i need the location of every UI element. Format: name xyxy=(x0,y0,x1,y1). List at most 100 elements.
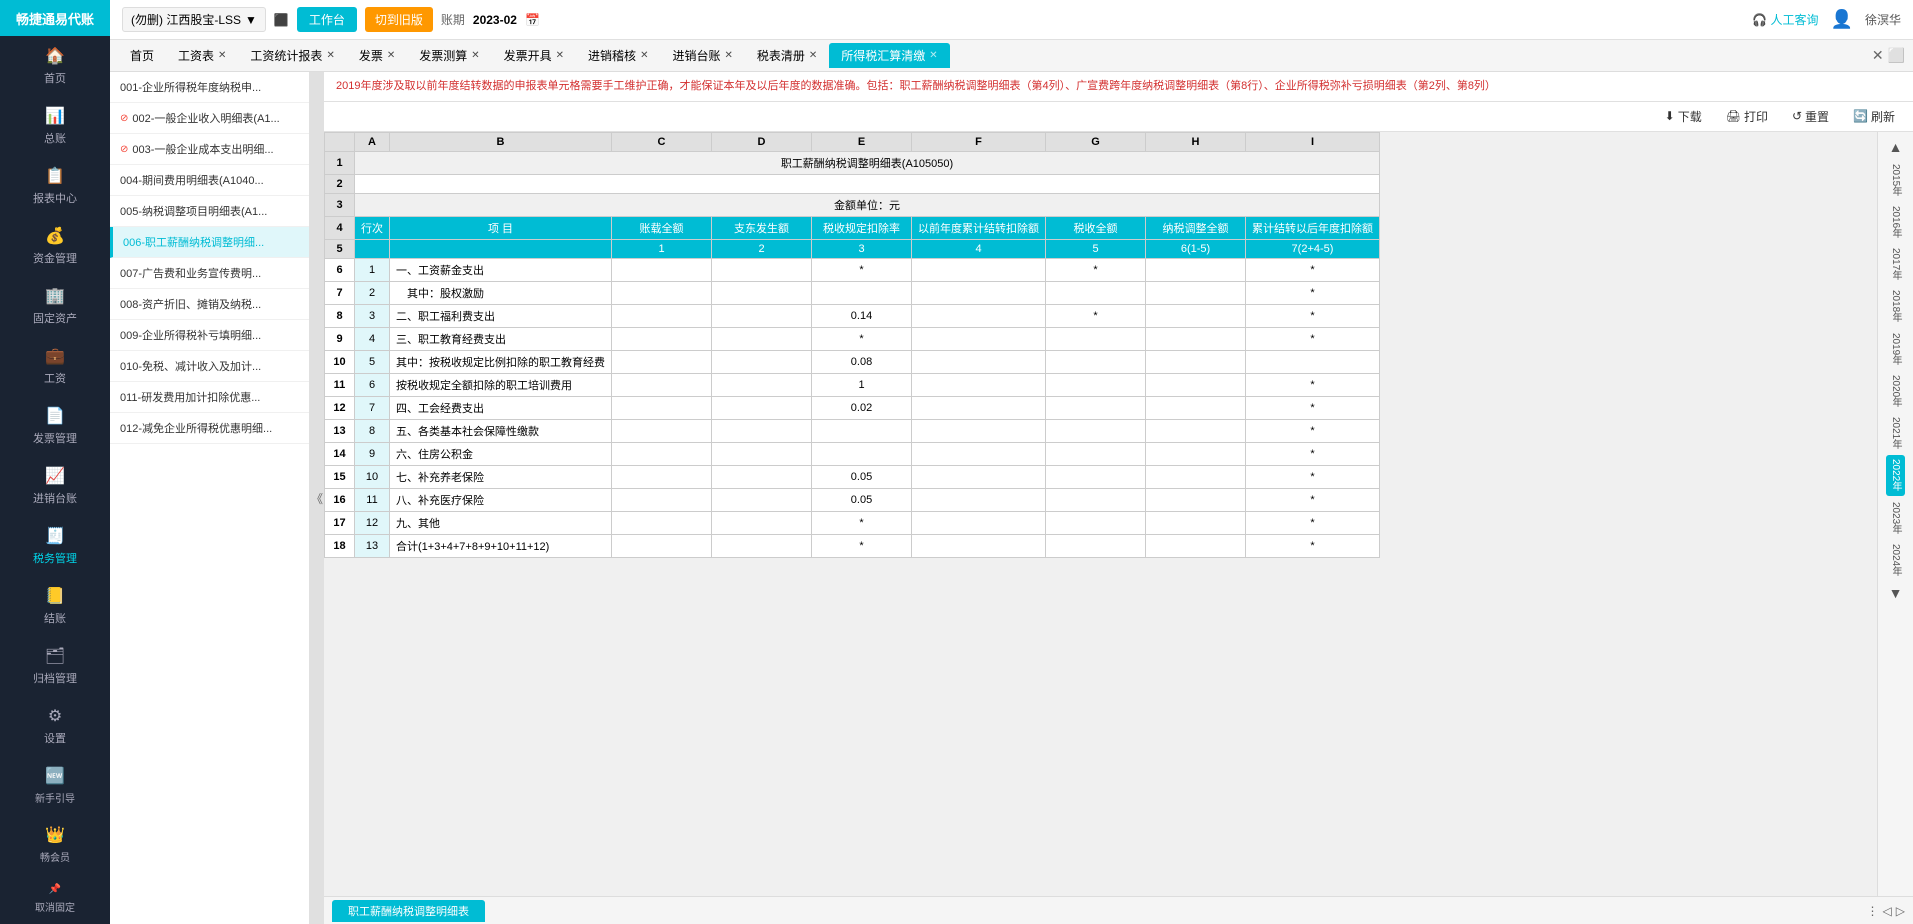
tab-invoice[interactable]: 发票 ✕ xyxy=(347,43,407,68)
label-cell[interactable]: 六、住房公积金 xyxy=(390,442,612,465)
tab-purchase-ledger[interactable]: 进销台账 ✕ xyxy=(660,43,744,68)
download-button[interactable]: ⬇ 下载 xyxy=(1659,106,1708,127)
workspace-button[interactable]: 工作台 xyxy=(297,7,357,32)
close-icon[interactable]: ✕ xyxy=(387,50,395,61)
left-item-009[interactable]: 009-企业所得税补亏填明细... xyxy=(110,320,309,351)
sidebar-item-assets[interactable]: 🏢 固定资产 xyxy=(0,276,110,336)
year-2018[interactable]: 2018年 xyxy=(1886,286,1905,326)
year-2020[interactable]: 2020年 xyxy=(1886,371,1905,411)
year-up-btn[interactable]: ▲ xyxy=(1886,136,1906,158)
label-cell[interactable]: 五、各类基本社会保障性缴款 xyxy=(390,419,612,442)
data-d[interactable] xyxy=(712,258,812,281)
sidebar-item-guide[interactable]: 🆕 新手引导 xyxy=(0,756,110,815)
label-cell[interactable]: 八、补充医疗保险 xyxy=(390,488,612,511)
sidebar-item-salary[interactable]: 💼 工资 xyxy=(0,336,110,396)
cancel-fixed-btn[interactable]: 📌 取消固定 xyxy=(0,874,110,924)
sidebar-item-member[interactable]: 👑 畅会员 xyxy=(0,815,110,874)
copy-icon[interactable]: ⬛ xyxy=(274,13,289,27)
close-all-icon[interactable]: ✕ xyxy=(1872,47,1884,64)
label-cell[interactable]: 一、工资薪金支出 xyxy=(390,258,612,281)
year-2022[interactable]: 2022年 xyxy=(1886,455,1905,495)
sidebar-item-purchsale[interactable]: 📈 进销台账 xyxy=(0,456,110,516)
spreadsheet[interactable]: A B C D E F G H I 1 职 xyxy=(324,132,1877,897)
data-h[interactable] xyxy=(1146,258,1246,281)
support-link[interactable]: 🎧 人工客询 xyxy=(1752,11,1818,28)
tab-tax-settlement[interactable]: 所得税汇算清缴 ✕ xyxy=(829,43,949,68)
close-icon[interactable]: ✕ xyxy=(556,50,564,61)
label-cell[interactable]: 其中：按税收规定比例扣除的职工教育经费 xyxy=(390,350,612,373)
year-2024[interactable]: 2024年 xyxy=(1886,540,1905,580)
data-i[interactable]: * xyxy=(1246,258,1380,281)
maximize-icon[interactable]: ⬜ xyxy=(1888,47,1905,64)
close-icon[interactable]: ✕ xyxy=(471,50,479,61)
sidebar-item-ledger[interactable]: 📊 总账 xyxy=(0,96,110,156)
left-item-003[interactable]: ⊘ 003-一般企业成本支出明细... xyxy=(110,134,309,165)
calendar-icon[interactable]: 📅 xyxy=(525,13,540,27)
sidebar-item-archive[interactable]: 🗂 归档管理 xyxy=(0,636,110,696)
company-selector[interactable]: (勿删) 江西股宝-LSS ▼ xyxy=(122,7,266,32)
sidebar-item-home[interactable]: 🏠 首页 xyxy=(0,36,110,96)
year-2021[interactable]: 2021年 xyxy=(1886,413,1905,453)
sidebar-item-finance[interactable]: 💰 资金管理 xyxy=(0,216,110,276)
tab-invoice-issue[interactable]: 发票开具 ✕ xyxy=(492,43,576,68)
year-2017[interactable]: 2017年 xyxy=(1886,244,1905,284)
reset-button[interactable]: ↺ 重置 xyxy=(1786,106,1835,127)
sidebar-item-invoice[interactable]: 📄 发票管理 xyxy=(0,396,110,456)
sidebar-item-settings[interactable]: ⚙ 设置 xyxy=(0,696,110,756)
left-item-001[interactable]: 001-企业所得税年度纳税申... xyxy=(110,72,309,103)
data-g[interactable]: * xyxy=(1046,258,1146,281)
year-2019[interactable]: 2019年 xyxy=(1886,329,1905,369)
left-item-011[interactable]: 011-研发费用加计扣除优惠... xyxy=(110,382,309,413)
left-item-008[interactable]: 008-资产折旧、摊销及纳税... xyxy=(110,289,309,320)
year-2023[interactable]: 2023年 xyxy=(1886,498,1905,538)
label-cell[interactable]: 四、工会经费支出 xyxy=(390,396,612,419)
close-icon[interactable]: ✕ xyxy=(929,50,937,61)
sidebar-item-tax[interactable]: 🧾 税务管理 xyxy=(0,516,110,576)
label-cell[interactable]: 合计(1+3+4+7+8+9+10+11+12) xyxy=(390,534,612,557)
close-icon[interactable]: ✕ xyxy=(218,50,226,61)
label-cell[interactable]: 三、职工教育经费支出 xyxy=(390,327,612,350)
sidebar-item-report[interactable]: 📋 报表中心 xyxy=(0,156,110,216)
left-item-007[interactable]: 007-广告费和业务宣传费明... xyxy=(110,258,309,289)
data-e[interactable]: * xyxy=(812,258,912,281)
close-icon[interactable]: ✕ xyxy=(724,50,732,61)
label-cell[interactable]: 按税收规定全额扣除的职工培训费用 xyxy=(390,373,612,396)
label-cell[interactable]: 七、补充养老保险 xyxy=(390,465,612,488)
year-2015[interactable]: 2015年 xyxy=(1886,160,1905,200)
close-icon[interactable]: ✕ xyxy=(809,50,817,61)
tab-invoice-calc[interactable]: 发票测算 ✕ xyxy=(407,43,491,68)
left-item-005[interactable]: 005-纳税调整项目明细表(A1... xyxy=(110,196,309,227)
sheet-tab[interactable]: 职工薪酬纳税调整明细表 xyxy=(332,900,485,922)
scroll-left-icon[interactable]: ◁ xyxy=(1883,904,1892,918)
panel-toggle[interactable]: 《 xyxy=(310,72,324,924)
close-icon[interactable]: ✕ xyxy=(640,50,648,61)
tab-salary-report[interactable]: 工资统计报表 ✕ xyxy=(238,43,346,68)
year-2016[interactable]: 2016年 xyxy=(1886,202,1905,242)
sidebar-item-close[interactable]: 📒 结账 xyxy=(0,576,110,636)
header-right: 🎧 人工客询 👤 徐溟华 xyxy=(1752,9,1901,30)
label-cell[interactable]: 九、其他 xyxy=(390,511,612,534)
tab-tax-clearance[interactable]: 税表清册 ✕ xyxy=(745,43,829,68)
tab-purchase-audit[interactable]: 进销稽核 ✕ xyxy=(576,43,660,68)
sheet-menu-icon[interactable]: ⋮ xyxy=(1867,904,1879,918)
ledger-icon: 📊 xyxy=(45,106,65,126)
tab-home[interactable]: 首页 xyxy=(118,43,166,68)
left-item-004[interactable]: 004-期间费用明细表(A1040... xyxy=(110,165,309,196)
left-item-006[interactable]: 006-职工薪酬纳税调整明细... xyxy=(110,227,309,258)
data-f[interactable] xyxy=(912,258,1046,281)
left-item-012[interactable]: 012-减免企业所得税优惠明细... xyxy=(110,413,309,444)
left-item-010[interactable]: 010-免税、减计收入及加计... xyxy=(110,351,309,382)
tab-salary[interactable]: 工资表 ✕ xyxy=(166,43,238,68)
year-down-btn[interactable]: ▼ xyxy=(1886,582,1906,604)
table-title: 职工薪酬纳税调整明细表(A105050) xyxy=(355,151,1380,174)
switch-old-button[interactable]: 切到旧版 xyxy=(365,7,433,32)
print-button[interactable]: 🖨 打印 xyxy=(1720,106,1774,127)
label-cell[interactable]: 二、职工福利费支出 xyxy=(390,304,612,327)
left-item-002[interactable]: ⊘ 002-一般企业收入明细表(A1... xyxy=(110,103,309,134)
data-c[interactable] xyxy=(612,258,712,281)
label-cell[interactable]: 其中：股权激励 xyxy=(390,281,612,304)
close-icon[interactable]: ✕ xyxy=(326,50,334,61)
refresh-button[interactable]: 🔄 刷新 xyxy=(1847,106,1901,127)
scroll-right-icon[interactable]: ▷ xyxy=(1896,904,1905,918)
unpin-icon: 📌 xyxy=(49,884,61,895)
